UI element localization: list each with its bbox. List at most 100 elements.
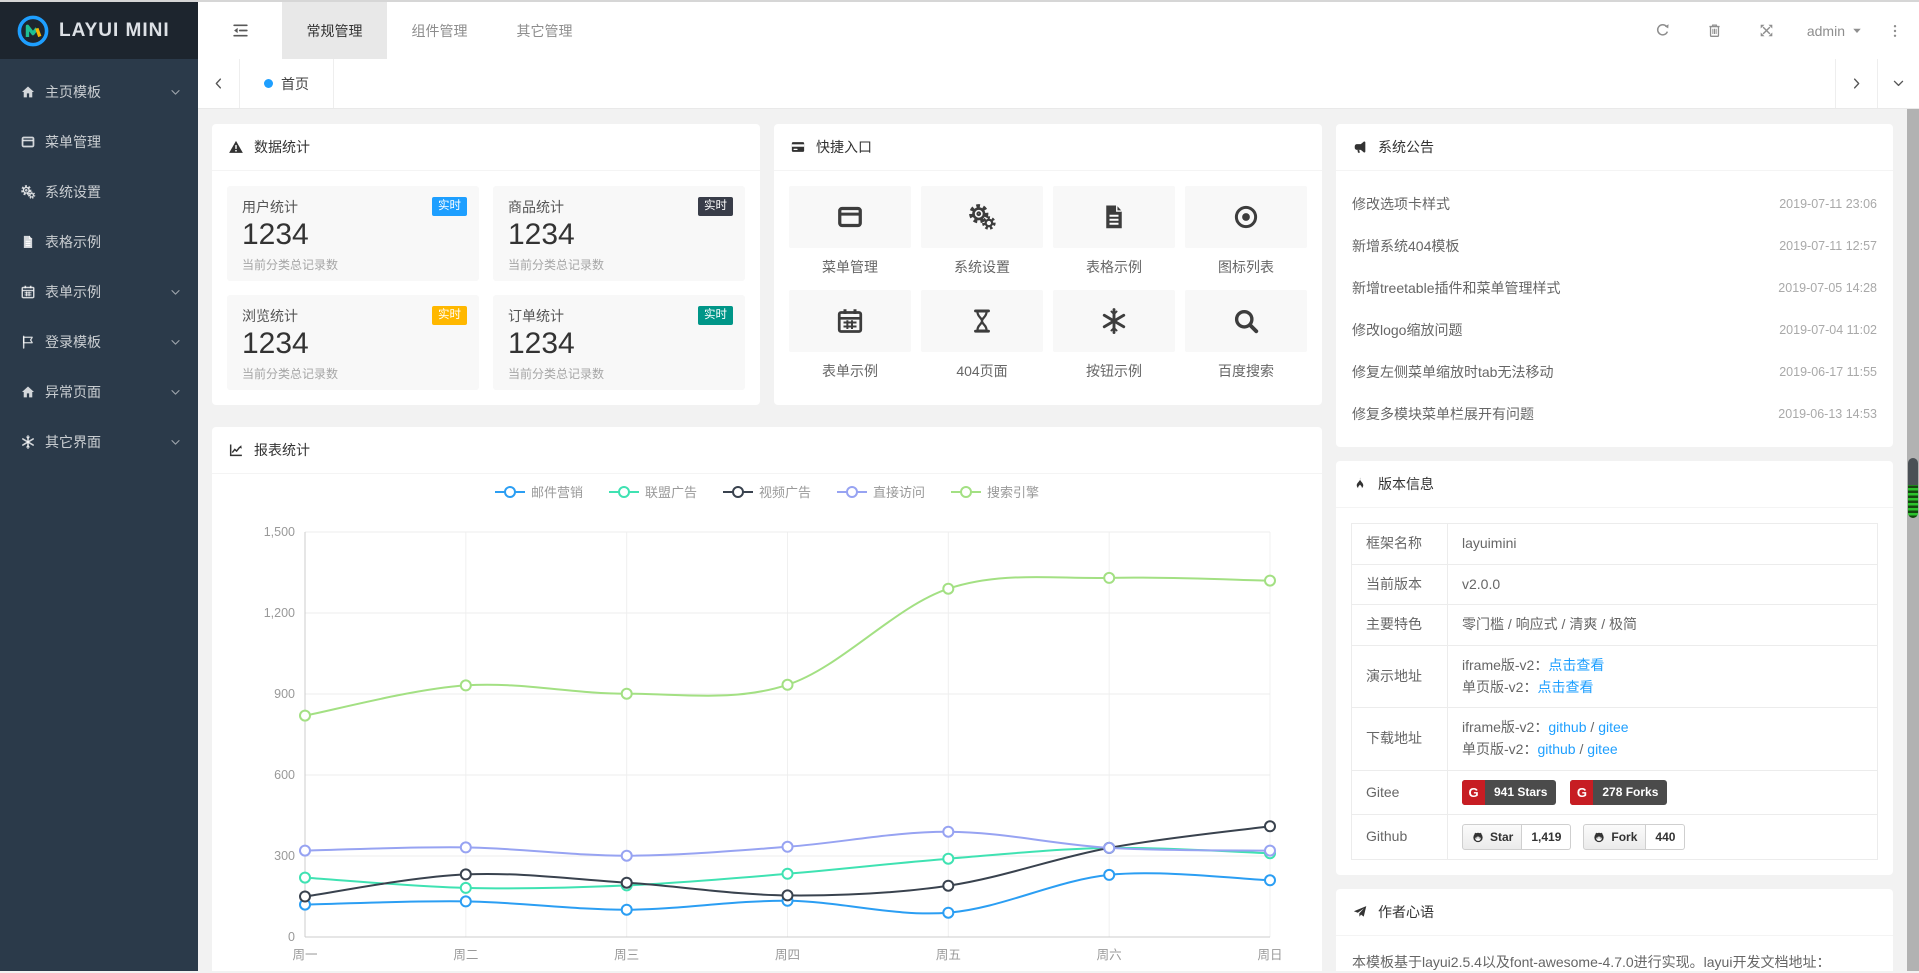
version-link[interactable]: gitee (1598, 719, 1628, 735)
sidebar-item-label: 其它界面 (45, 432, 101, 452)
github-icon (1592, 830, 1606, 844)
notice-date: 2019-07-05 14:28 (1778, 281, 1877, 295)
more-actions-button[interactable] (1877, 2, 1913, 59)
notice-item-4[interactable]: 修改logo缩放问题2019-07-04 11:02 (1352, 309, 1877, 351)
module-tab-3[interactable]: 其它管理 (492, 2, 597, 59)
version-table-body: 框架名称layuimini当前版本v2.0.0主要特色零门槛 / 响应式 / 清… (1352, 524, 1878, 860)
quick-entry-2[interactable]: 系统设置 (921, 186, 1043, 277)
stat-value: 1234 (242, 327, 464, 362)
github-star-badge[interactable]: Star1,419 (1462, 824, 1571, 850)
notice-title: 修改选项卡样式 (1352, 194, 1450, 214)
tab-home[interactable]: 首页 (240, 59, 334, 108)
version-row-label: 演示地址 (1352, 646, 1448, 708)
gitee-badge[interactable]: G278 Forks (1570, 780, 1667, 806)
quick-entry-6[interactable]: 404页面 (921, 290, 1043, 381)
stat-box-2: 商品统计1234当前分类总记录数实时 (493, 186, 745, 281)
gitee-logo-icon: G (1570, 780, 1593, 806)
quick-entry-box[interactable] (921, 186, 1043, 248)
sidebar-item-8[interactable]: 其它界面 (0, 417, 198, 467)
clear-cache-button[interactable] (1689, 2, 1741, 59)
legend-item-3[interactable]: 视频广告 (723, 482, 811, 501)
line-chart: 03006009001,2001,500周一周二周三周四周五周六周日 (212, 501, 1322, 971)
module-tab-1[interactable]: 常规管理 (282, 2, 387, 59)
legend-label: 视频广告 (759, 482, 811, 501)
sidebar-item-1[interactable]: 主页模板 (0, 67, 198, 117)
version-link[interactable]: github (1537, 741, 1575, 757)
sidebar-item-7[interactable]: 异常页面 (0, 367, 198, 417)
quick-entry-7[interactable]: 按钮示例 (1053, 290, 1175, 381)
notice-item-3[interactable]: 新增treetable插件和菜单管理样式2019-07-05 14:28 (1352, 267, 1877, 309)
version-link[interactable]: 点击查看 (1537, 679, 1593, 695)
sidebar-item-2[interactable]: 菜单管理 (0, 117, 198, 167)
chev-down-icon (1891, 76, 1906, 91)
vertical-scrollbar[interactable] (1907, 109, 1919, 971)
scrollbar-thumb[interactable] (1908, 458, 1918, 518)
user-menu[interactable]: admin (1793, 23, 1877, 39)
version-row-value: layuimini (1448, 524, 1878, 565)
gitee-badge[interactable]: G941 Stars (1462, 780, 1556, 806)
sidebar-item-3[interactable]: 系统设置 (0, 167, 198, 217)
paperplane-icon (1352, 904, 1368, 920)
stat-value: 1234 (508, 327, 730, 362)
stat-value: 1234 (508, 218, 730, 253)
quick-entry-box[interactable] (1185, 290, 1307, 352)
sidebar-item-4[interactable]: 表格示例 (0, 217, 198, 267)
stat-label: 浏览统计 (242, 306, 464, 326)
quick-entry-box[interactable] (921, 290, 1043, 352)
module-tab-2[interactable]: 组件管理 (387, 2, 492, 59)
notice-title: 修改logo缩放问题 (1352, 320, 1462, 340)
report-card: 报表统计 邮件营销联盟广告视频广告直接访问搜索引擎 03006009001,20… (212, 427, 1322, 971)
svg-text:周三: 周三 (614, 948, 639, 962)
notice-item-5[interactable]: 修复左侧菜单缩放时tab无法移动2019-06-17 11:55 (1352, 351, 1877, 393)
legend-marker-icon (495, 485, 525, 499)
quick-entry-box[interactable] (1053, 186, 1175, 248)
quick-entry-box[interactable] (1053, 290, 1175, 352)
quick-entry-5[interactable]: 表单示例 (789, 290, 911, 381)
quick-entry-box[interactable] (789, 186, 911, 248)
sidebar-item-5[interactable]: 表单示例 (0, 267, 198, 317)
sidebar-item-label: 异常页面 (45, 382, 101, 402)
sidebar-toggle-button[interactable] (198, 2, 282, 59)
author-card-header: 作者心语 (1336, 889, 1893, 936)
window-icon (835, 202, 865, 232)
tab-scroll-right-button[interactable] (1835, 59, 1877, 108)
version-link[interactable]: 点击查看 (1548, 657, 1604, 673)
quick-entry-4[interactable]: 图标列表 (1185, 186, 1307, 277)
notice-item-6[interactable]: 修复多模块菜单栏展开有问题2019-06-13 14:53 (1352, 393, 1877, 435)
home-icon (20, 84, 36, 100)
version-row-3: 主要特色零门槛 / 响应式 / 清爽 / 极简 (1352, 605, 1878, 646)
quick-entry-1[interactable]: 菜单管理 (789, 186, 911, 277)
legend-item-2[interactable]: 联盟广告 (609, 482, 697, 501)
quick-entry-3[interactable]: 表格示例 (1053, 186, 1175, 277)
refresh-button[interactable] (1637, 2, 1689, 59)
logo[interactable]: LAYUI MINI (0, 2, 198, 59)
quick-entry-box[interactable] (789, 290, 911, 352)
author-content: 本模板基于layui2.5.4以及font-awesome-4.7.0进行实现。… (1336, 936, 1893, 971)
asterisk-icon (1099, 306, 1129, 336)
notice-date: 2019-07-11 23:06 (1779, 197, 1877, 211)
quick-entry-box[interactable] (1185, 186, 1307, 248)
version-row-2: 当前版本v2.0.0 (1352, 564, 1878, 605)
notice-item-1[interactable]: 修改选项卡样式 2019-07-11 23:06 (1352, 183, 1877, 225)
svg-text:1,200: 1,200 (264, 606, 295, 620)
version-link[interactable]: gitee (1587, 741, 1617, 757)
version-card-header: 版本信息 (1336, 461, 1893, 508)
fullscreen-button[interactable] (1741, 2, 1793, 59)
legend-marker-icon (609, 485, 639, 499)
legend-item-5[interactable]: 搜索引擎 (951, 482, 1039, 501)
tab-scroll-left-button[interactable] (198, 59, 240, 108)
sidebar-item-6[interactable]: 登录模板 (0, 317, 198, 367)
version-link[interactable]: github (1548, 719, 1586, 735)
quick-entry-8[interactable]: 百度搜索 (1185, 290, 1307, 381)
chev-down-icon (169, 86, 182, 99)
legend-item-4[interactable]: 直接访问 (837, 482, 925, 501)
notice-item-2[interactable]: 新增系统404模板2019-07-11 12:57 (1352, 225, 1877, 267)
active-tab-dot-icon (264, 79, 273, 88)
layui-logo-icon (16, 14, 50, 48)
tab-operations-button[interactable] (1877, 59, 1919, 108)
stat-badge: 实时 (432, 197, 467, 216)
warning-icon (228, 139, 244, 155)
legend-item-1[interactable]: 邮件营销 (495, 482, 583, 501)
stat-value: 1234 (242, 218, 464, 253)
github-fork-badge[interactable]: Fork440 (1583, 824, 1685, 850)
